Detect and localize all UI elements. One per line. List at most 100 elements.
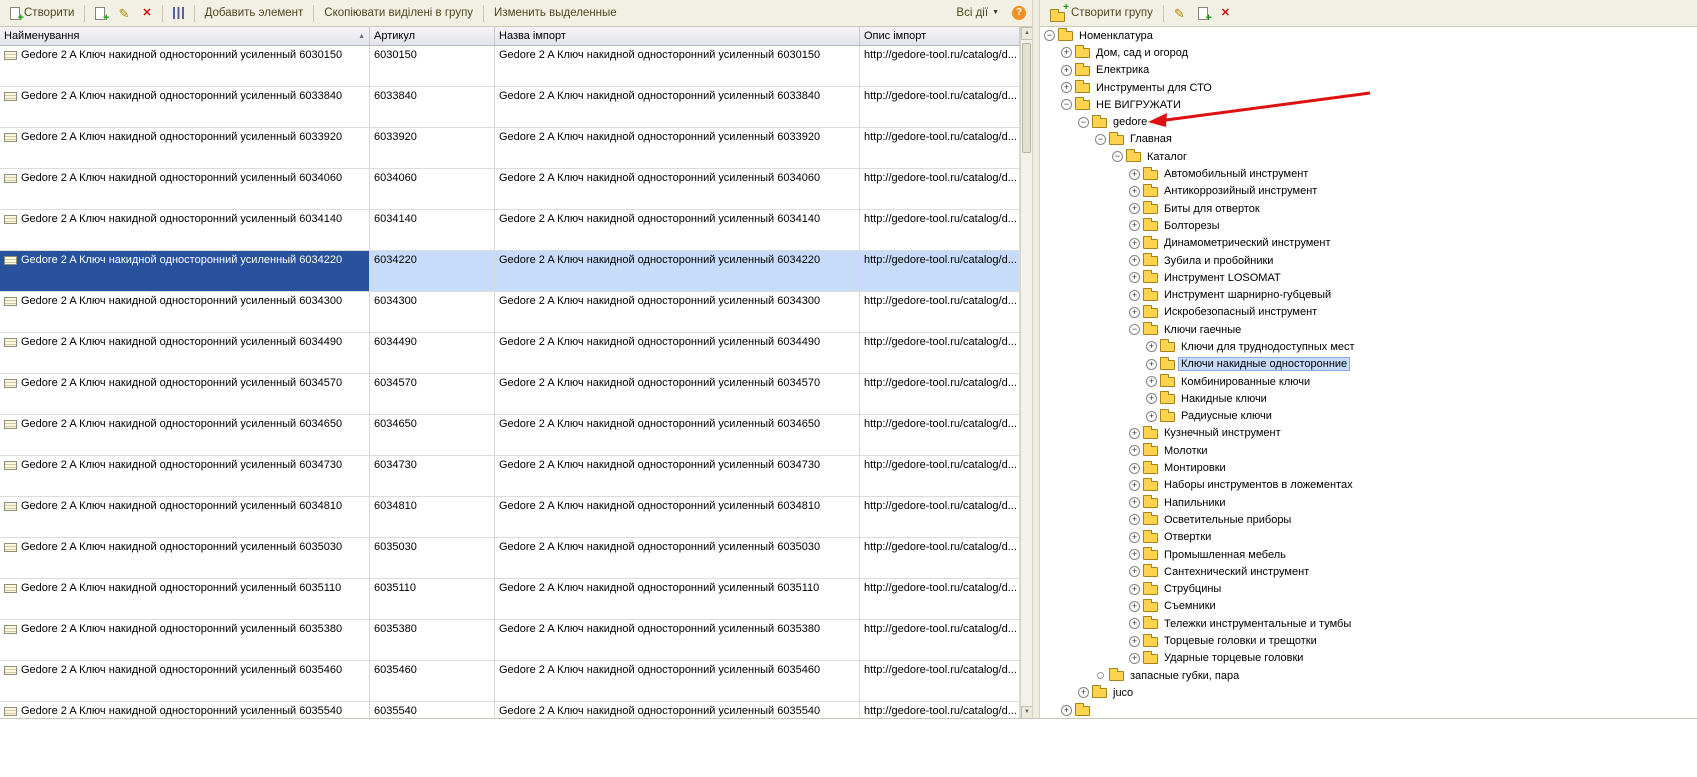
tree-item[interactable]: + Сантехнический инструмент <box>1040 563 1697 580</box>
all-actions-button[interactable]: Всі дії ▼ <box>950 3 1005 23</box>
tree-item[interactable]: + <box>1040 702 1697 718</box>
expand-icon[interactable]: + <box>1061 704 1072 716</box>
expand-icon[interactable]: + <box>1129 652 1140 664</box>
list-scrollbar[interactable]: ▲ ▼ <box>1020 27 1033 718</box>
tree-item[interactable]: + Накидные ключи <box>1040 390 1697 407</box>
edit-selected-button[interactable]: Изменить выделенные <box>488 3 623 23</box>
collapse-icon[interactable]: − <box>1061 99 1072 111</box>
expand-icon[interactable]: + <box>1061 64 1072 76</box>
expand-icon[interactable]: + <box>1146 358 1157 370</box>
add-element-button[interactable]: Добавить элемент <box>199 3 310 23</box>
column-header-1[interactable]: Найменування ▲ <box>0 27 370 45</box>
tree-item[interactable]: + Торцевые головки и трещотки <box>1040 632 1697 649</box>
column-header-3[interactable]: Назва імпорт <box>495 27 860 45</box>
tree-item[interactable]: + Струбцины <box>1040 581 1697 598</box>
expand-icon[interactable]: + <box>1129 203 1140 215</box>
tree-item[interactable]: + Инструмент LOSOMAT <box>1040 269 1697 286</box>
tree-item[interactable]: + Промышленная мебель <box>1040 546 1697 563</box>
table-row[interactable]: Gedore 2 A Ключ накидной односторонний у… <box>0 661 1020 702</box>
tree-item[interactable]: + Инструмент шарнирно-губцевый <box>1040 286 1697 303</box>
delete-group-button[interactable]: ✕ <box>1215 4 1236 23</box>
tree-item[interactable]: + Биты для отверток <box>1040 200 1697 217</box>
create-button[interactable]: Створити <box>4 3 80 24</box>
collapse-icon[interactable]: − <box>1044 30 1055 42</box>
set-interval-button[interactable] <box>167 3 190 23</box>
table-row[interactable]: Gedore 2 A Ключ накидной односторонний у… <box>0 374 1020 415</box>
tree-item[interactable]: + Наборы инструментов в ложементах <box>1040 477 1697 494</box>
table-row[interactable]: Gedore 2 A Ключ накидной односторонний у… <box>0 292 1020 333</box>
table-row[interactable]: Gedore 2 A Ключ накидной односторонний у… <box>0 456 1020 497</box>
expand-icon[interactable]: + <box>1129 289 1140 301</box>
table-row[interactable]: Gedore 2 A Ключ накидной односторонний у… <box>0 497 1020 538</box>
expand-icon[interactable]: + <box>1146 410 1157 422</box>
table-row[interactable]: Gedore 2 A Ключ накидной односторонний у… <box>0 702 1020 718</box>
expand-icon[interactable]: + <box>1129 220 1140 232</box>
tree-item[interactable]: + Отвертки <box>1040 529 1697 546</box>
expand-icon[interactable]: + <box>1061 82 1072 94</box>
tree-item[interactable]: + Автомобильный инструмент <box>1040 165 1697 182</box>
expand-icon[interactable]: + <box>1129 549 1140 561</box>
tree-item[interactable]: + Ударные торцевые головки <box>1040 650 1697 667</box>
copy-group-button[interactable] <box>1192 3 1214 24</box>
table-row[interactable]: Gedore 2 A Ключ накидной односторонний у… <box>0 620 1020 661</box>
expand-icon[interactable]: + <box>1129 185 1140 197</box>
tree-item[interactable]: − НЕ ВИГРУЖАТИ <box>1040 96 1697 113</box>
expand-icon[interactable]: + <box>1146 393 1157 405</box>
expand-icon[interactable]: + <box>1061 47 1072 59</box>
delete-item-button[interactable]: ✕ <box>136 4 157 23</box>
expand-icon[interactable]: + <box>1129 635 1140 647</box>
tree-item[interactable]: + Антикоррозийный инструмент <box>1040 183 1697 200</box>
expand-icon[interactable]: + <box>1129 427 1140 439</box>
expand-icon[interactable]: + <box>1129 497 1140 509</box>
tree-item[interactable]: + Електрика <box>1040 62 1697 79</box>
tree-item[interactable]: + Ключи для труднодоступных мест <box>1040 338 1697 355</box>
expand-icon[interactable]: + <box>1129 168 1140 180</box>
tree-item[interactable]: + juco <box>1040 684 1697 701</box>
expand-icon[interactable]: + <box>1129 618 1140 630</box>
panel-splitter[interactable] <box>1032 0 1040 718</box>
help-icon[interactable]: ? <box>1012 6 1026 20</box>
table-row[interactable]: Gedore 2 A Ключ накидной односторонний у… <box>0 415 1020 456</box>
tree-item[interactable]: + Ключи накидные односторонние <box>1040 356 1697 373</box>
expand-icon[interactable]: + <box>1129 272 1140 284</box>
tree-item[interactable]: + Монтировки <box>1040 459 1697 476</box>
tree-item[interactable]: − Ключи гаечные <box>1040 321 1697 338</box>
tree-item[interactable]: + Комбинированные ключи <box>1040 373 1697 390</box>
expand-icon[interactable]: + <box>1129 462 1140 474</box>
create-group-button[interactable]: + Створити групу <box>1044 2 1159 24</box>
tree-item[interactable]: + Инструменты для СТО <box>1040 79 1697 96</box>
tree-item[interactable]: + Болторезы <box>1040 217 1697 234</box>
expand-icon[interactable]: + <box>1078 687 1089 699</box>
tree-item[interactable]: + Осветительные приборы <box>1040 511 1697 528</box>
tree-item[interactable]: + Зубила и пробойники <box>1040 252 1697 269</box>
table-row[interactable]: Gedore 2 A Ключ накидной односторонний у… <box>0 210 1020 251</box>
expand-icon[interactable]: + <box>1129 237 1140 249</box>
tree-item[interactable]: − Номенклатура <box>1040 27 1697 44</box>
table-row[interactable]: Gedore 2 A Ключ накидной односторонний у… <box>0 87 1020 128</box>
expand-icon[interactable]: + <box>1129 255 1140 266</box>
tree-item[interactable]: + Съемники <box>1040 598 1697 615</box>
tree-item[interactable]: + Напильники <box>1040 494 1697 511</box>
expand-icon[interactable]: + <box>1129 445 1140 457</box>
tree-item[interactable]: + Радиусные ключи <box>1040 408 1697 425</box>
table-row[interactable]: Gedore 2 A Ключ накидной односторонний у… <box>0 251 1020 292</box>
copy-item-button[interactable] <box>89 3 111 24</box>
expand-icon[interactable]: + <box>1129 514 1140 526</box>
expand-icon[interactable]: + <box>1129 583 1140 595</box>
expand-icon[interactable]: + <box>1146 341 1157 353</box>
collapse-icon[interactable]: − <box>1095 133 1106 145</box>
table-row[interactable]: Gedore 2 A Ключ накидной односторонний у… <box>0 46 1020 87</box>
table-row[interactable]: Gedore 2 A Ключ накидной односторонний у… <box>0 579 1020 620</box>
collapse-icon[interactable]: − <box>1129 324 1140 336</box>
tree-item[interactable]: + Динамометрический инструмент <box>1040 235 1697 252</box>
column-header-2[interactable]: Артикул <box>370 27 495 45</box>
tree-item[interactable]: + Дом, сад и огород <box>1040 44 1697 61</box>
table-row[interactable]: Gedore 2 A Ключ накидной односторонний у… <box>0 333 1020 374</box>
scrollbar-thumb[interactable] <box>1022 43 1031 153</box>
collapse-icon[interactable]: − <box>1078 116 1089 128</box>
copy-selected-to-group-button[interactable]: Скопіювати виділені в групу <box>318 3 479 23</box>
expand-icon[interactable]: + <box>1129 479 1140 491</box>
table-row[interactable]: Gedore 2 A Ключ накидной односторонний у… <box>0 169 1020 210</box>
expand-icon[interactable]: + <box>1129 306 1140 318</box>
edit-item-button[interactable]: ✎ <box>112 3 135 24</box>
